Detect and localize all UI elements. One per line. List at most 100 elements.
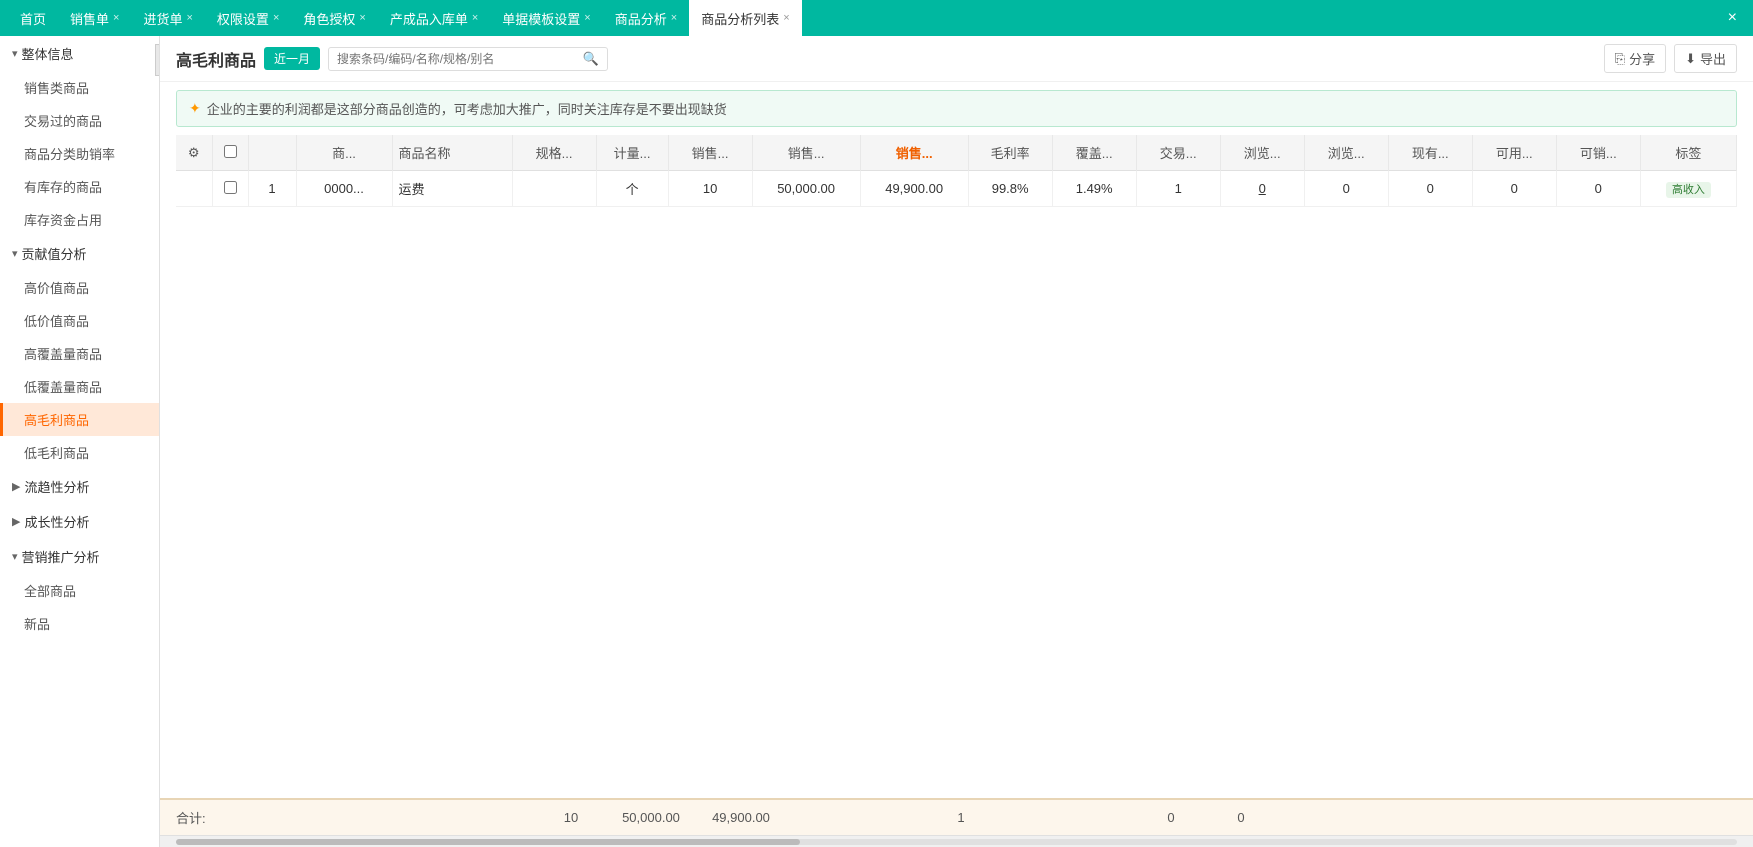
sidebar-item-all-goods[interactable]: 全部商品 (0, 574, 159, 607)
col-margin-header[interactable]: 毛利率 (968, 135, 1052, 171)
table-footer: 合计: 10 50,000.00 49,900.00 1 0 0 (160, 798, 1753, 835)
sidebar-item-low-coverage[interactable]: 低覆盖量商品 (0, 370, 159, 403)
row-checkbox[interactable] (224, 181, 237, 194)
main-layout: « ▾ 整体信息 销售类商品 交易过的商品 商品分类助销率 有库存的商品 库存资… (0, 36, 1753, 847)
sidebar-group-overall[interactable]: ▾ 整体信息 (0, 36, 159, 71)
nav-close-role-auth[interactable]: × (359, 12, 365, 24)
sidebar-item-sales-goods[interactable]: 销售类商品 (0, 71, 159, 104)
sidebar-group-marketing-items: 全部商品 新品 (0, 574, 159, 640)
cell-code: 0000... (296, 171, 392, 207)
arrow-icon: ▾ (12, 247, 18, 260)
sidebar-item-high-coverage[interactable]: 高覆盖量商品 (0, 337, 159, 370)
sidebar-group-contribution[interactable]: ▾ 贡献值分析 (0, 236, 159, 271)
scrollbar-track[interactable] (176, 839, 1737, 845)
header-actions: ⎘ 分享 ⬇ 导出 (1604, 44, 1737, 73)
sidebar-item-high-margin[interactable]: 高毛利商品 (0, 403, 159, 436)
sidebar-item-stock-capital[interactable]: 库存资金占用 (0, 203, 159, 236)
nav-home[interactable]: 首页 (8, 0, 58, 36)
browse1-link[interactable]: 0 (1259, 181, 1266, 196)
nav-permission-settings[interactable]: 权限设置 × (205, 0, 291, 36)
footer-stock-available: 0 (1206, 810, 1276, 825)
cell-coverage: 1.49% (1052, 171, 1136, 207)
cell-sale-profit: 49,900.00 (860, 171, 968, 207)
cell-settings (176, 171, 212, 207)
nav-close-product-storage[interactable]: × (472, 12, 478, 24)
col-unit-header[interactable]: 计量... (596, 135, 668, 171)
col-code-header[interactable]: 商... (296, 135, 392, 171)
nav-role-auth[interactable]: 角色授权 × (291, 0, 377, 36)
footer-browse2-spacer (1066, 810, 1136, 825)
table-row: 1 0000... 运费 个 10 50,000.00 49,900.00 99… (176, 171, 1737, 207)
sidebar-item-high-value[interactable]: 高价值商品 (0, 271, 159, 304)
sidebar: « ▾ 整体信息 销售类商品 交易过的商品 商品分类助销率 有库存的商品 库存资… (0, 36, 160, 847)
sidebar-group-trend[interactable]: ▶ 流趋性分析 (0, 469, 159, 504)
scrollbar-thumb[interactable] (176, 839, 800, 845)
col-tag-header[interactable]: 标签 (1640, 135, 1736, 171)
col-trade-header[interactable]: 交易... (1136, 135, 1220, 171)
export-button[interactable]: ⬇ 导出 (1674, 44, 1737, 73)
sidebar-group-growth[interactable]: ▶ 成长性分析 (0, 504, 159, 539)
col-sale-amount-header[interactable]: 销售... (752, 135, 860, 171)
col-browse2-header[interactable]: 浏览... (1304, 135, 1388, 171)
col-name-header[interactable]: 商品名称 (392, 135, 512, 171)
col-settings[interactable]: ⚙ (176, 135, 212, 171)
arrow-icon-collapsed: ▶ (12, 480, 20, 493)
horizontal-scrollbar[interactable] (160, 835, 1753, 847)
nav-sales-order[interactable]: 销售单 × (58, 0, 131, 36)
cell-margin-rate: 99.8% (968, 171, 1052, 207)
col-browse1-header[interactable]: 浏览... (1220, 135, 1304, 171)
arrow-icon: ▾ (12, 47, 18, 60)
footer-browse1-spacer (996, 810, 1066, 825)
nav-template-settings[interactable]: 单据模板设置 × (490, 0, 602, 36)
share-icon: ⎘ (1615, 51, 1625, 67)
nav-close-sales-order[interactable]: × (113, 12, 119, 24)
sidebar-collapse-button[interactable]: « (155, 44, 160, 76)
col-spec-header[interactable]: 规格... (512, 135, 596, 171)
col-stock-available-header[interactable]: 可用... (1472, 135, 1556, 171)
nav-product-storage[interactable]: 产成品入库单 × (378, 0, 490, 36)
period-button[interactable]: 近一月 (264, 47, 320, 70)
col-sale-qty-header[interactable]: 销售... (668, 135, 752, 171)
sidebar-item-low-margin[interactable]: 低毛利商品 (0, 436, 159, 469)
nav-product-analysis-list[interactable]: 商品分析列表 × (689, 0, 801, 36)
footer-coverage-spacer (856, 810, 926, 825)
cell-sale-amount: 50,000.00 (752, 171, 860, 207)
nav-close-purchase-order[interactable]: × (186, 12, 192, 24)
footer-sale-profit: 49,900.00 (696, 810, 786, 825)
sidebar-item-low-value[interactable]: 低价值商品 (0, 304, 159, 337)
nav-close-template-settings[interactable]: × (584, 12, 590, 24)
nav-close-product-analysis-list[interactable]: × (783, 12, 789, 24)
export-icon: ⬇ (1685, 51, 1696, 67)
sidebar-group-contribution-items: 高价值商品 低价值商品 高覆盖量商品 低覆盖量商品 高毛利商品 低毛利商品 (0, 271, 159, 469)
cell-stock-current: 0 (1388, 171, 1472, 207)
nav-purchase-order[interactable]: 进货单 × (131, 0, 204, 36)
col-coverage-header[interactable]: 覆盖... (1052, 135, 1136, 171)
cell-unit: 个 (596, 171, 668, 207)
table-container: ⚙ 商... 商品名称 规格... 计量... (160, 135, 1753, 798)
sidebar-group-marketing[interactable]: ▾ 营销推广分析 (0, 539, 159, 574)
content-header: 高毛利商品 近一月 🔍 ⎘ 分享 ⬇ 导出 (160, 36, 1753, 82)
cell-spec (512, 171, 596, 207)
footer-sale-amount: 50,000.00 (606, 810, 696, 825)
col-stock-saleable-header[interactable]: 可销... (1556, 135, 1640, 171)
search-input[interactable] (337, 52, 583, 66)
close-all-tabs[interactable]: × (1720, 9, 1745, 27)
sidebar-item-in-stock-goods[interactable]: 有库存的商品 (0, 170, 159, 203)
share-button[interactable]: ⎘ 分享 (1604, 44, 1666, 73)
search-icon[interactable]: 🔍 (583, 51, 599, 67)
search-box[interactable]: 🔍 (328, 47, 608, 71)
nav-product-analysis[interactable]: 商品分析 × (603, 0, 689, 36)
cell-tag: 高收入 (1640, 171, 1736, 207)
col-stock-current-header[interactable]: 现有... (1388, 135, 1472, 171)
sidebar-item-category-assist-rate[interactable]: 商品分类助销率 (0, 137, 159, 170)
cell-trade: 1 (1136, 171, 1220, 207)
col-sale-profit-header[interactable]: 销售... (860, 135, 968, 171)
select-all-checkbox[interactable] (224, 145, 237, 158)
sidebar-item-traded-goods[interactable]: 交易过的商品 (0, 104, 159, 137)
cell-name: 运费 (392, 171, 512, 207)
nav-close-product-analysis[interactable]: × (671, 12, 677, 24)
cell-sale-qty: 10 (668, 171, 752, 207)
info-icon: ✦ (189, 100, 201, 117)
nav-close-permission-settings[interactable]: × (273, 12, 279, 24)
sidebar-item-new-goods[interactable]: 新品 (0, 607, 159, 640)
